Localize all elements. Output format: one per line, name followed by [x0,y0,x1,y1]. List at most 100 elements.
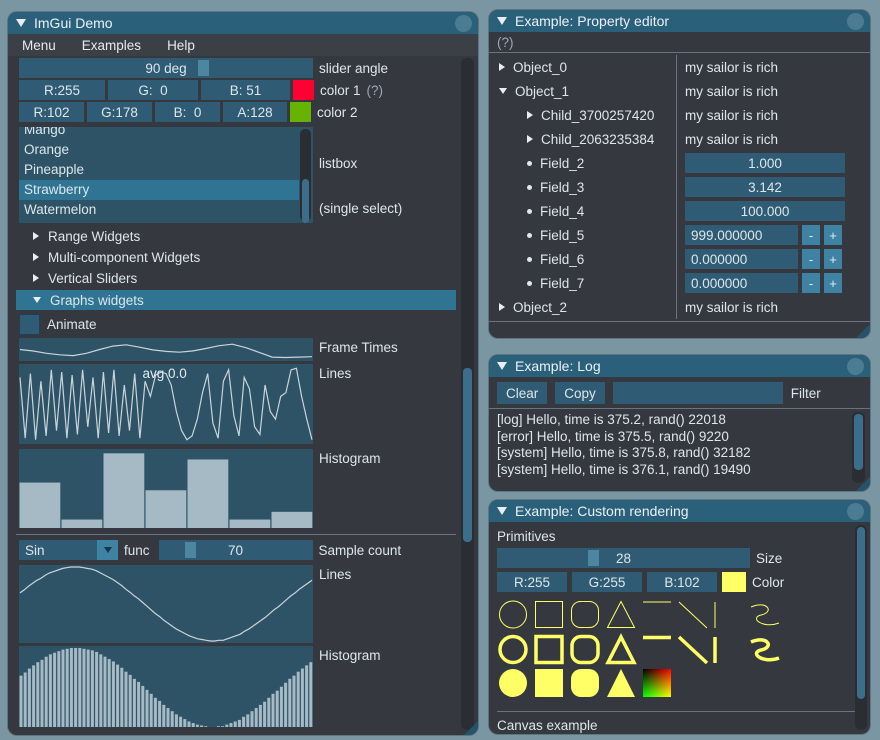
color1-g-drag[interactable]: G: 0 [108,80,198,100]
menu-item-examples[interactable]: Examples [82,38,141,53]
increment-button[interactable]: + [824,249,842,269]
color2-swatch[interactable] [290,102,311,122]
filter-input[interactable] [613,382,783,404]
listbox-item-mango[interactable]: Mango [19,127,299,140]
bullet-icon [527,161,532,166]
separator [497,711,857,712]
menu-item-help[interactable]: Help [167,38,195,53]
custom-color-g-drag[interactable]: G:255 [572,572,642,592]
animate-label: Animate [47,317,97,332]
field-6-input[interactable]: 0.000000 [685,249,798,269]
separator [16,534,456,535]
color1-r-drag[interactable]: R:255 [19,80,105,100]
size-slider[interactable]: 28 [497,548,750,568]
window-scrollbar[interactable] [855,525,867,730]
imgui-demo-titlebar[interactable]: ImGui Demo [8,12,478,34]
log-scrollbar[interactable] [852,412,865,483]
listbox-scrollbar-grab[interactable] [302,179,309,223]
frame-times-plot-canvas [19,338,313,361]
func-combo[interactable]: Sin [19,540,118,560]
tree-node-range-widgets[interactable]: Range Widgets [19,226,478,246]
color2-a-drag[interactable]: A:128 [223,102,287,122]
color1-swatch[interactable] [293,80,314,100]
increment-button[interactable]: + [824,273,842,293]
angle-slider-value: 90 deg [145,61,186,76]
log-line: [error] Hello, time is 375.5, rand() 922… [497,429,850,446]
chevron-right-icon [33,253,39,261]
tree-node-graphs-widgets[interactable]: Graphs widgets [16,290,456,310]
listbox-item-pineapple[interactable]: Pineapple [19,160,299,180]
log-scrollbar-grab[interactable] [854,414,863,470]
tree-node-vertical-sliders[interactable]: Vertical Sliders [19,268,478,288]
resize-grip[interactable] [856,477,870,491]
angle-slider[interactable]: 90 deg [19,58,313,78]
chevron-right-icon[interactable] [499,303,505,311]
collapse-icon[interactable] [497,507,507,515]
custom-color-swatch[interactable] [722,572,746,592]
field-5-input[interactable]: 999.000000 [685,225,798,245]
property-row-child-1: Child_2063235384 my sailor is rich [489,127,870,151]
decrement-button[interactable]: - [802,273,820,293]
decrement-button[interactable]: - [802,249,820,269]
color2-g-drag[interactable]: G:178 [87,102,152,122]
listbox-item-orange[interactable]: Orange [19,140,299,160]
window-scrollbar-grab[interactable] [463,368,472,542]
custom-color-r-drag[interactable]: R:255 [497,572,567,592]
tree-node-object-2[interactable]: Object_2 [513,300,567,315]
color2-b-drag[interactable]: B: 0 [155,102,220,122]
tree-node-child[interactable]: Child_3700257420 [541,108,654,123]
increment-button[interactable]: + [824,225,842,245]
tree-node-child[interactable]: Child_2063235384 [541,132,654,147]
custom-rendering-titlebar[interactable]: Example: Custom rendering [489,500,870,522]
window-custom-rendering: Example: Custom rendering Primitives 28 … [489,500,870,734]
chevron-down-icon [33,297,41,303]
close-icon[interactable] [847,503,864,520]
field-7-input[interactable]: 0.000000 [685,273,798,293]
slider-grab[interactable] [185,542,196,558]
chevron-down-icon[interactable] [499,88,507,94]
angle-slider-label: slider angle [319,61,388,76]
color1-b-drag[interactable]: B: 51 [201,80,290,100]
close-icon[interactable] [847,13,864,30]
tree-node-object-0[interactable]: Object_0 [513,60,567,75]
resize-grip[interactable] [856,324,870,338]
animate-checkbox[interactable] [19,314,40,335]
listbox-item-strawberry[interactable]: Strawberry [19,180,299,200]
decrement-button[interactable]: - [802,225,820,245]
field-label: Field_5 [540,228,584,243]
slider-grab[interactable] [198,60,209,76]
property-row-object-1: Object_1 my sailor is rich [489,79,870,103]
tree-node-object-1[interactable]: Object_1 [515,84,569,99]
sine-histogram-plot-canvas [19,646,313,727]
collapse-icon[interactable] [497,362,507,370]
window-scrollbar-grab[interactable] [857,527,865,699]
field-3-drag[interactable]: 3.142 [685,177,845,197]
sine-histogram-label: Histogram [319,646,381,663]
clear-button[interactable]: Clear [497,382,547,404]
menu-item-menu[interactable]: Menu [22,38,56,53]
combo-arrow-button[interactable] [97,540,118,560]
close-icon[interactable] [847,358,864,375]
chevron-right-icon[interactable] [527,111,533,119]
log-titlebar[interactable]: Example: Log [489,355,870,377]
listbox-item-watermelon[interactable]: Watermelon [19,200,299,220]
window-scrollbar[interactable] [461,58,474,730]
custom-color-b-drag[interactable]: B:102 [647,572,717,592]
property-row-field-2: Field_2 1.000 [489,151,870,175]
chevron-right-icon[interactable] [527,135,533,143]
copy-button[interactable]: Copy [555,382,605,404]
listbox-scrollbar[interactable] [300,129,311,221]
fruit-listbox[interactable]: Mango Orange Pineapple Strawberry Waterm… [19,127,313,223]
field-2-drag[interactable]: 1.000 [685,153,845,173]
resize-grip[interactable] [464,721,478,735]
property-editor-titlebar[interactable]: Example: Property editor [489,10,870,32]
sample-count-slider[interactable]: 70 [159,540,313,560]
field-4-drag[interactable]: 100.000 [685,201,845,221]
chevron-right-icon[interactable] [499,63,505,71]
collapse-icon[interactable] [497,17,507,25]
slider-grab[interactable] [588,550,599,566]
color2-r-drag[interactable]: R:102 [19,102,84,122]
tree-node-multi-component-widgets[interactable]: Multi-component Widgets [19,247,478,267]
collapse-icon[interactable] [16,19,26,27]
close-icon[interactable] [455,15,472,32]
